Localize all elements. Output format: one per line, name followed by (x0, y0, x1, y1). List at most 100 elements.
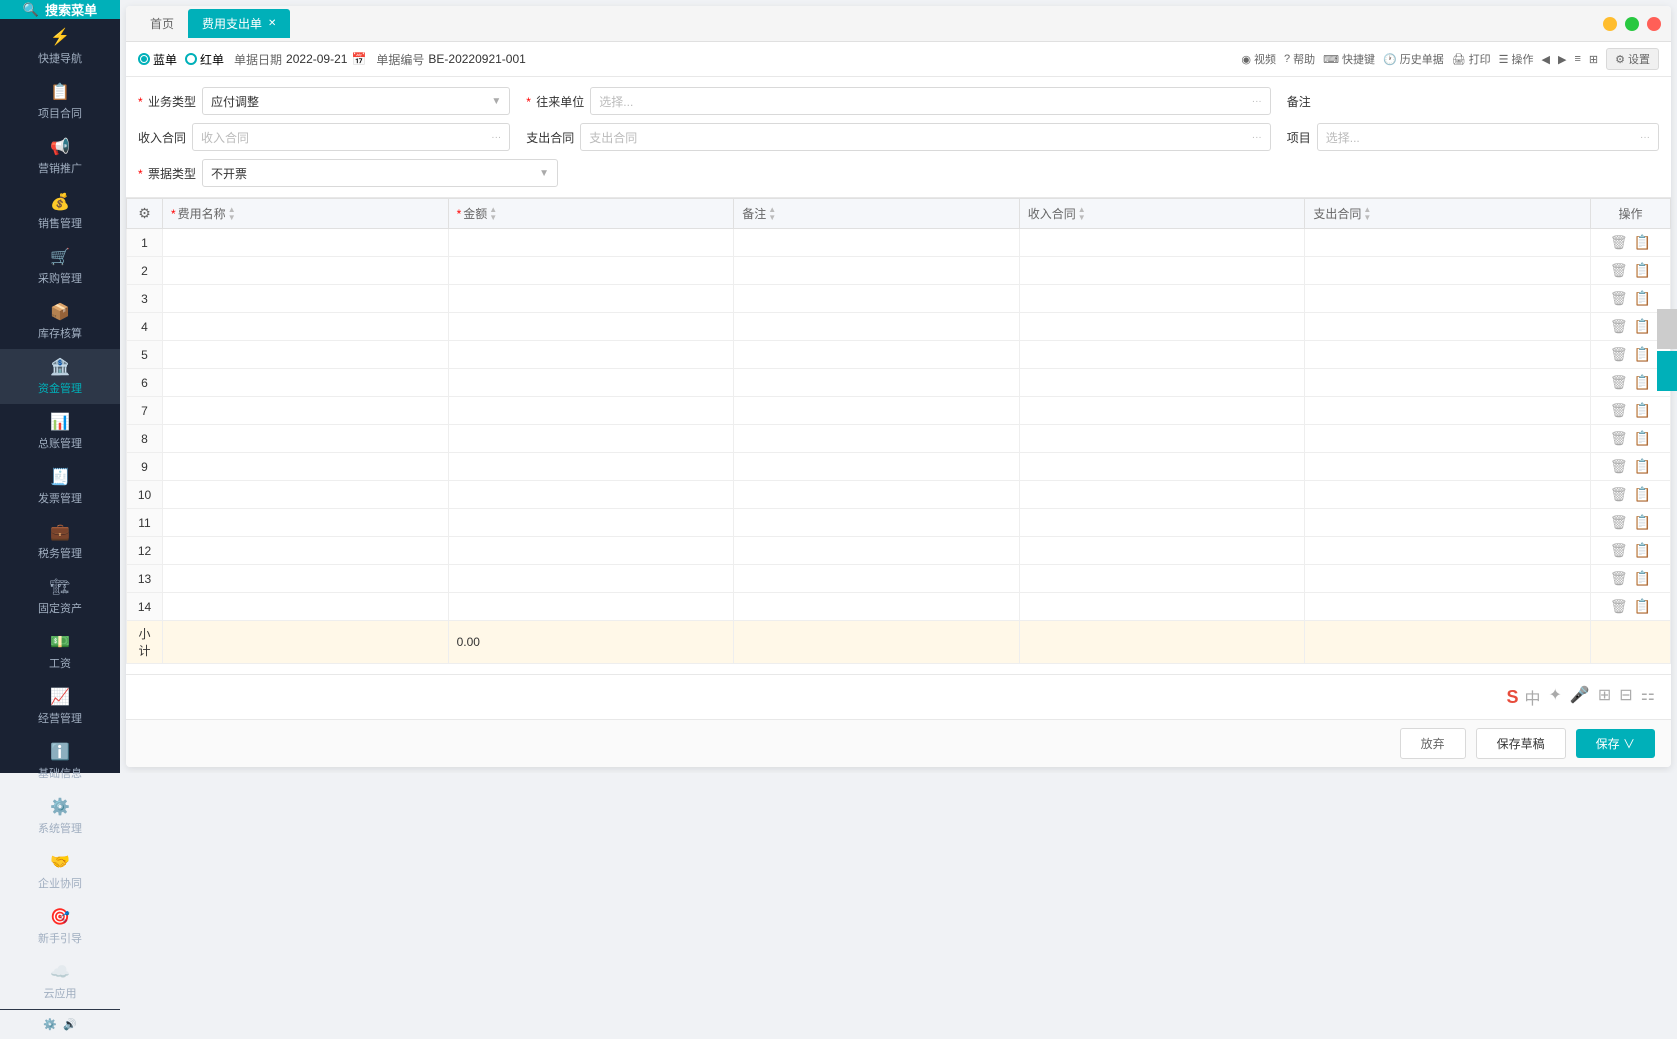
sidebar-item-cloud[interactable]: ☁️ 云应用 (0, 954, 120, 1009)
bottom-apps-icon[interactable]: ⚏ (1641, 685, 1655, 709)
tab-home[interactable]: 首页 (136, 9, 188, 38)
cell-expense-contract[interactable] (1305, 397, 1591, 425)
delete-row-icon[interactable]: 🗑 (1610, 290, 1628, 307)
help-btn[interactable]: ? 帮助 (1284, 51, 1315, 67)
bottom-microphone-icon[interactable]: 🎤 (1570, 685, 1590, 709)
view-list-btn[interactable]: ≡ (1574, 53, 1580, 65)
sidebar-item-accounting[interactable]: 📊 总账管理 (0, 404, 120, 459)
sort-expense-name[interactable]: * 费用名称 ▲▼ (171, 205, 440, 222)
close-button[interactable] (1647, 17, 1661, 31)
cell-remark[interactable] (734, 257, 1020, 285)
th-settings[interactable]: ⚙ (127, 199, 163, 229)
delete-row-icon[interactable]: 🗑 (1610, 514, 1628, 531)
minimize-button[interactable] (1603, 17, 1617, 31)
cell-income-contract[interactable] (1019, 229, 1305, 257)
cell-expense-contract[interactable] (1305, 453, 1591, 481)
print-btn[interactable]: 🖨 打印 (1452, 51, 1491, 67)
cell-remark[interactable] (734, 537, 1020, 565)
cell-expense-contract[interactable] (1305, 285, 1591, 313)
project-dots-icon[interactable]: ··· (1640, 132, 1650, 143)
save-draft-button[interactable]: 保存草稿 (1476, 728, 1566, 759)
cell-expense-name[interactable] (163, 593, 449, 621)
nav-next-btn[interactable]: ▶ (1558, 53, 1566, 66)
copy-row-icon[interactable]: 📋 (1634, 458, 1651, 475)
cell-expense-name[interactable] (163, 397, 449, 425)
cell-income-contract[interactable] (1019, 593, 1305, 621)
delete-row-icon[interactable]: 🗑 (1610, 234, 1628, 251)
tab-close-icon[interactable]: ✕ (268, 18, 276, 29)
delete-row-icon[interactable]: 🗑 (1610, 402, 1628, 419)
cell-amount[interactable] (448, 425, 734, 453)
cell-amount[interactable] (448, 397, 734, 425)
radio-red[interactable]: 红单 (185, 51, 224, 68)
cell-expense-contract[interactable] (1305, 537, 1591, 565)
sidebar-header[interactable]: 🔍 搜索菜单 (0, 0, 120, 19)
nav-prev-btn[interactable]: ◀ (1542, 53, 1550, 66)
cell-income-contract[interactable] (1019, 481, 1305, 509)
cell-expense-contract[interactable] (1305, 369, 1591, 397)
cell-expense-contract[interactable] (1305, 313, 1591, 341)
income-contract-dots-icon[interactable]: ··· (491, 132, 501, 143)
cell-income-contract[interactable] (1019, 425, 1305, 453)
sidebar-item-sales[interactable]: 💰 销售管理 (0, 184, 120, 239)
cell-expense-name[interactable] (163, 481, 449, 509)
cell-expense-name[interactable] (163, 453, 449, 481)
sidebar-settings-btn[interactable]: ⚙️ 🔊 (0, 1010, 120, 1039)
sidebar-item-tax[interactable]: 💼 税务管理 (0, 514, 120, 569)
sidebar-item-capital[interactable]: 🏦 资金管理 (0, 349, 120, 404)
cell-remark[interactable] (734, 341, 1020, 369)
discard-button[interactable]: 放弃 (1400, 728, 1466, 759)
cell-expense-contract[interactable] (1305, 481, 1591, 509)
delete-row-icon[interactable]: 🗑 (1610, 262, 1628, 279)
copy-row-icon[interactable]: 📋 (1634, 430, 1651, 447)
cell-remark[interactable] (734, 313, 1020, 341)
bottom-grid-icon[interactable]: ⊟ (1619, 685, 1632, 709)
delete-row-icon[interactable]: 🗑 (1610, 598, 1628, 615)
cell-expense-contract[interactable] (1305, 229, 1591, 257)
cell-remark[interactable] (734, 565, 1020, 593)
sidebar-item-enterprise[interactable]: 🤝 企业协同 (0, 844, 120, 899)
copy-row-icon[interactable]: 📋 (1634, 234, 1651, 251)
video-btn[interactable]: ◉ 视频 (1241, 51, 1276, 67)
cell-expense-name[interactable] (163, 509, 449, 537)
bottom-screen-icon[interactable]: ⊞ (1598, 685, 1611, 709)
cell-income-contract[interactable] (1019, 341, 1305, 369)
sort-remark[interactable]: 备注 ▲▼ (742, 205, 1011, 222)
delete-row-icon[interactable]: 🗑 (1610, 318, 1628, 335)
table-gear-icon[interactable]: ⚙ (138, 205, 151, 221)
maximize-button[interactable] (1625, 17, 1639, 31)
cell-remark[interactable] (734, 285, 1020, 313)
sidebar-item-project[interactable]: 📋 项目合同 (0, 74, 120, 129)
expense-contract-input[interactable]: 支出合同 ··· (580, 123, 1270, 151)
settings-button[interactable]: ⚙ 设置 (1606, 48, 1659, 70)
cell-expense-name[interactable] (163, 341, 449, 369)
cell-remark[interactable] (734, 369, 1020, 397)
cell-expense-contract[interactable] (1305, 341, 1591, 369)
cell-amount[interactable] (448, 509, 734, 537)
cell-amount[interactable] (448, 537, 734, 565)
cell-amount[interactable] (448, 453, 734, 481)
sidebar-item-salary[interactable]: 💵 工资 (0, 624, 120, 679)
sidebar-item-inventory[interactable]: 📦 库存核算 (0, 294, 120, 349)
cell-expense-name[interactable] (163, 313, 449, 341)
cell-expense-name[interactable] (163, 425, 449, 453)
sidebar-item-marketing[interactable]: 📢 营销推广 (0, 129, 120, 184)
cell-expense-contract[interactable] (1305, 425, 1591, 453)
project-input[interactable]: 选择... ··· (1317, 123, 1659, 151)
invoice-type-select[interactable]: 不开票 ▼ (202, 159, 558, 187)
cell-remark[interactable] (734, 425, 1020, 453)
business-type-select[interactable]: 应付调整 ▼ (202, 87, 510, 115)
cell-expense-name[interactable] (163, 285, 449, 313)
sidebar-item-invoice[interactable]: 🧾 发票管理 (0, 459, 120, 514)
copy-row-icon[interactable]: 📋 (1634, 598, 1651, 615)
cell-expense-name[interactable] (163, 565, 449, 593)
cell-remark[interactable] (734, 453, 1020, 481)
copy-row-icon[interactable]: 📋 (1634, 570, 1651, 587)
sidebar-item-operations[interactable]: 📈 经营管理 (0, 679, 120, 734)
float-btn-1[interactable] (1657, 309, 1677, 349)
cell-amount[interactable] (448, 229, 734, 257)
cell-income-contract[interactable] (1019, 565, 1305, 593)
cell-income-contract[interactable] (1019, 537, 1305, 565)
delete-row-icon[interactable]: 🗑 (1610, 458, 1628, 475)
cell-expense-contract[interactable] (1305, 257, 1591, 285)
